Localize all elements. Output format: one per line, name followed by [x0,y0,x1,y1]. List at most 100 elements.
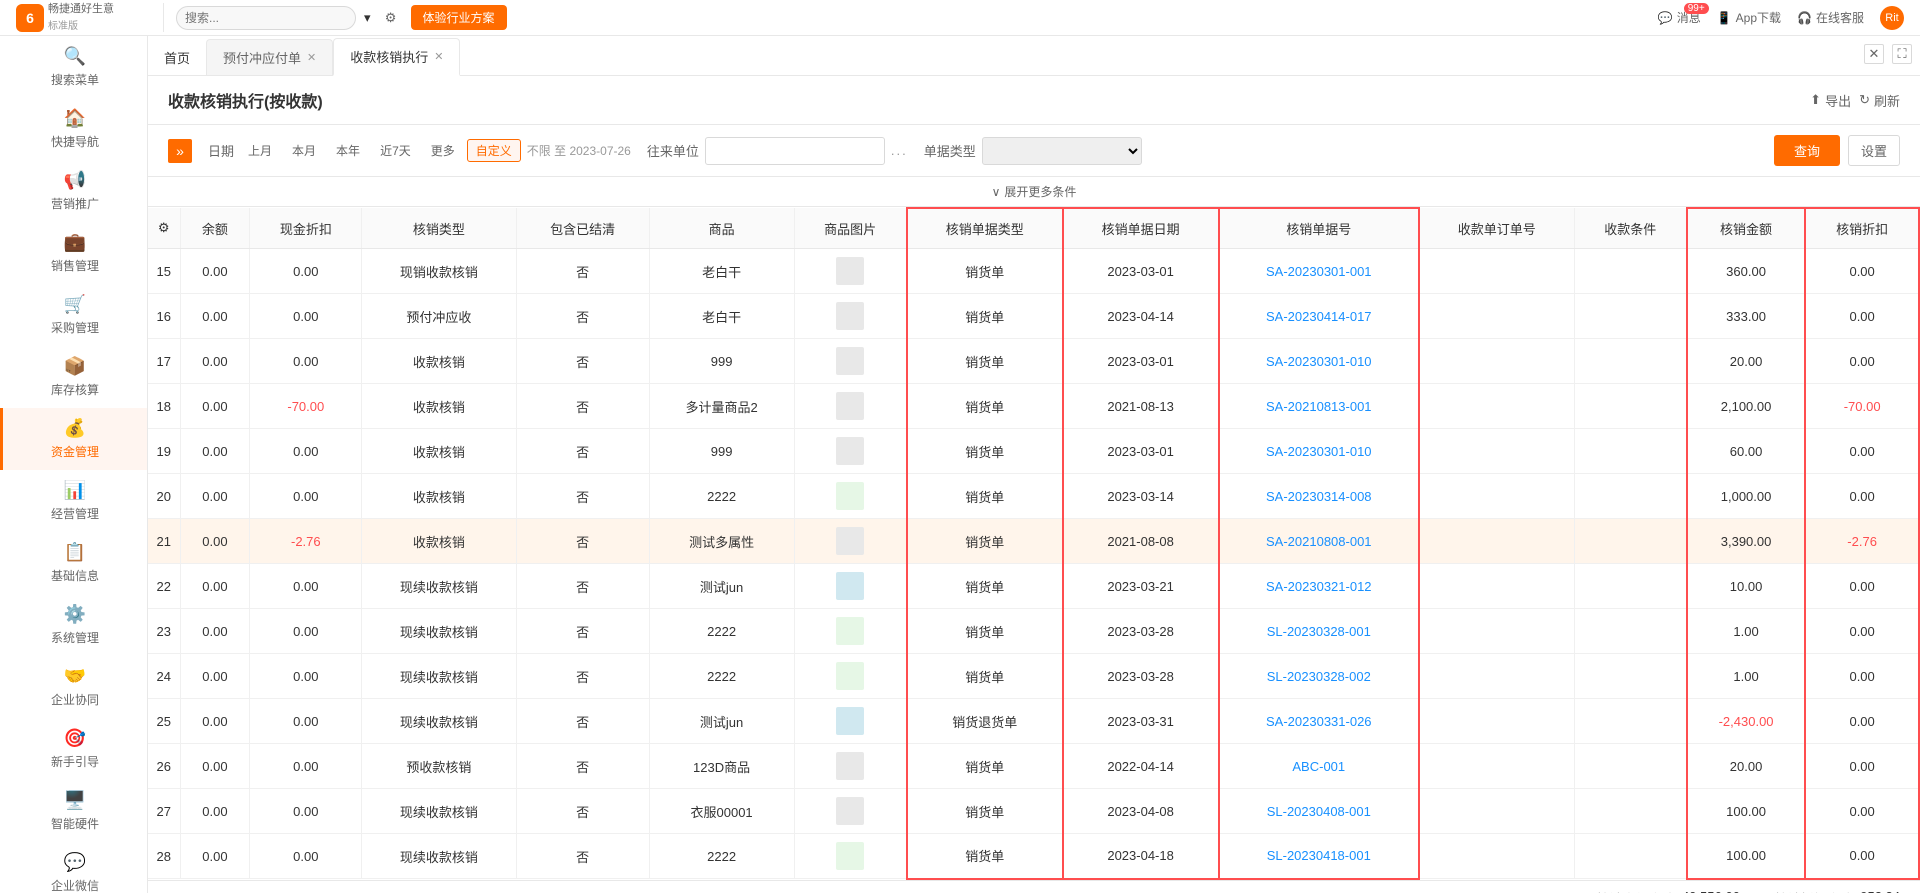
tab-close-verify[interactable]: ✕ [434,50,443,63]
from-unit-group: 往来单位 ... [647,137,908,165]
verify-bill-no-link[interactable]: SA-20230301-010 [1266,444,1372,459]
date-btn-more[interactable]: 更多 [423,140,463,161]
refresh-button[interactable]: ↻ 刷新 [1859,91,1900,110]
verify-bill-no-link[interactable]: SL-20230328-001 [1267,624,1371,639]
verify-bill-no-link[interactable]: ABC-001 [1292,759,1345,774]
logo-area: 6 畅捷通好生意 标准版 [16,3,164,31]
verify-bill-no-link[interactable]: SA-20230331-026 [1266,714,1372,729]
verify-bill-no-link[interactable]: SL-20230328-002 [1267,669,1371,684]
td-balance: 0.00 [180,654,250,699]
td-verify-amount: -2,430.00 [1687,699,1805,744]
date-filter-group: 日期 上月 本月 本年 近7天 更多 自定义 不限 至 2023-07-26 [208,139,631,162]
verify-bill-no-link[interactable]: SA-20230321-012 [1266,579,1372,594]
user-avatar[interactable]: Rit [1880,6,1904,30]
td-receipt-order-no [1419,654,1574,699]
td-verify-bill-no: SL-20230418-001 [1219,834,1420,879]
td-verify-bill-no: SA-20230414-017 [1219,294,1420,339]
verify-bill-no-link[interactable]: SA-20210808-001 [1266,534,1372,549]
verify-bill-no-link[interactable]: SL-20230408-001 [1267,804,1371,819]
td-verify-amount: 20.00 [1687,744,1805,789]
td-verify-bill-no: SL-20230328-001 [1219,609,1420,654]
th-product: 商品 [649,208,794,249]
sidebar-item-finance[interactable]: 💰 资金管理 [0,408,147,470]
purchase-icon: 🛒 [64,294,86,315]
sidebar-item-guide[interactable]: 🎯 新手引导 [0,718,147,780]
tab-prepay[interactable]: 预付冲应付单 ✕ [206,39,333,75]
td-num: 19 [148,429,180,474]
operations-icon: 📊 [64,480,86,501]
date-btn-custom[interactable]: 自定义 [467,139,521,162]
content-area: 首页 预付冲应付单 ✕ 收款核销执行 ✕ ✕ ⛶ 收款核销执行(按收款) ⬆ [148,36,1920,893]
td-num: 17 [148,339,180,384]
from-unit-dots[interactable]: ... [891,143,908,158]
top-search-input[interactable] [176,6,356,30]
td-verify-type: 收款核销 [362,474,516,519]
export-button[interactable]: ⬆ 导出 [1810,91,1851,110]
date-btn-this-year[interactable]: 本年 [328,140,368,161]
sidebar-item-wechat[interactable]: 💬 企业微信 [0,842,147,893]
td-receipt-order-no [1419,699,1574,744]
tab-expand[interactable]: ⛶ [1892,44,1912,64]
message-icon[interactable]: 💬 消息 99+ [1658,9,1701,26]
td-verify-bill-no: SA-20230314-008 [1219,474,1420,519]
td-receipt-order-no [1419,249,1574,294]
verify-bill-no-link[interactable]: SA-20210813-001 [1266,399,1372,414]
search-dropdown[interactable]: ▾ [364,10,371,26]
tab-close-prepay[interactable]: ✕ [307,51,316,64]
td-verify-bill-type: 销货单 [907,429,1063,474]
sidebar-item-operations[interactable]: 📊 经营管理 [0,470,147,532]
td-verify-date: 2022-04-14 [1063,744,1219,789]
tab-bar: 首页 预付冲应付单 ✕ 收款核销执行 ✕ ✕ ⛶ [148,36,1920,76]
table-row: 20 0.00 0.00 收款核销 否 2222 销货单 2023-03-14 … [148,474,1919,519]
date-btn-last-month[interactable]: 上月 [240,140,280,161]
td-verify-type: 预付冲应收 [362,294,516,339]
query-button[interactable]: 查询 [1774,135,1840,166]
setting-button[interactable]: 设置 [1848,135,1900,166]
sidebar-item-sales[interactable]: 💼 销售管理 [0,222,147,284]
expand-more-btn[interactable]: ∨ 展开更多条件 [992,183,1077,200]
online-service[interactable]: 🎧 在线客服 [1797,9,1864,26]
date-btn-this-month[interactable]: 本月 [284,140,324,161]
td-verify-bill-type: 销货单 [907,789,1063,834]
verify-bill-no-link[interactable]: SA-20230301-001 [1266,264,1372,279]
sidebar-item-basics[interactable]: 📋 基础信息 [0,532,147,594]
tab-verify[interactable]: 收款核销执行 ✕ [333,38,460,76]
td-verify-amount: 100.00 [1687,789,1805,834]
app-download[interactable]: 📱 App下载 [1717,9,1781,26]
verify-bill-no-link[interactable]: SL-20230418-001 [1267,848,1371,863]
verify-bill-no-link[interactable]: SA-20230414-017 [1266,309,1372,324]
filter-bar: » 日期 上月 本月 本年 近7天 更多 自定义 不限 至 2023-07-26… [148,125,1920,177]
td-num: 24 [148,654,180,699]
td-balance: 0.00 [180,834,250,879]
sidebar-item-system[interactable]: ⚙️ 系统管理 [0,594,147,656]
td-verify-amount: 1.00 [1687,654,1805,699]
verify-bill-no-link[interactable]: SA-20230314-008 [1266,489,1372,504]
td-product: 2222 [649,474,794,519]
td-verify-date: 2023-03-28 [1063,609,1219,654]
td-balance: 0.00 [180,429,250,474]
sidebar-item-quicknav[interactable]: 🏠 快捷导航 [0,98,147,160]
sidebar-item-search[interactable]: 🔍 搜索菜单 [0,36,147,98]
tab-close-all[interactable]: ✕ [1864,44,1884,64]
sidebar-item-hardware[interactable]: 🖥️ 智能硬件 [0,780,147,842]
sidebar-item-purchase[interactable]: 🛒 采购管理 [0,284,147,346]
table-header: ⚙ 余额 现金折扣 核销类型 包含已结清 商品 商品图片 核销单据类型 核销单据… [148,208,1919,249]
td-verify-date: 2023-04-08 [1063,789,1219,834]
td-include-settled: 否 [516,564,649,609]
table-row: 24 0.00 0.00 现续收款核销 否 2222 销货单 2023-03-2… [148,654,1919,699]
td-verify-bill-type: 销货单 [907,654,1063,699]
from-unit-input[interactable] [705,137,885,165]
td-receipt-order-no [1419,519,1574,564]
td-num: 22 [148,564,180,609]
sidebar-item-marketing[interactable]: 📢 营销推广 [0,160,147,222]
sidebar-item-inventory[interactable]: 📦 库存核算 [0,346,147,408]
sidebar-item-collaboration[interactable]: 🤝 企业协同 [0,656,147,718]
tab-home[interactable]: 首页 [148,40,206,75]
date-btn-7days[interactable]: 近7天 [372,140,419,161]
verify-bill-no-link[interactable]: SA-20230301-010 [1266,354,1372,369]
td-verify-type: 预收款核销 [362,744,516,789]
gear-icon[interactable]: ⚙ [379,6,403,30]
industry-btn[interactable]: 体验行业方案 [411,5,507,30]
single-type-select[interactable] [982,137,1142,165]
filter-expand-btn[interactable]: » [168,139,192,163]
